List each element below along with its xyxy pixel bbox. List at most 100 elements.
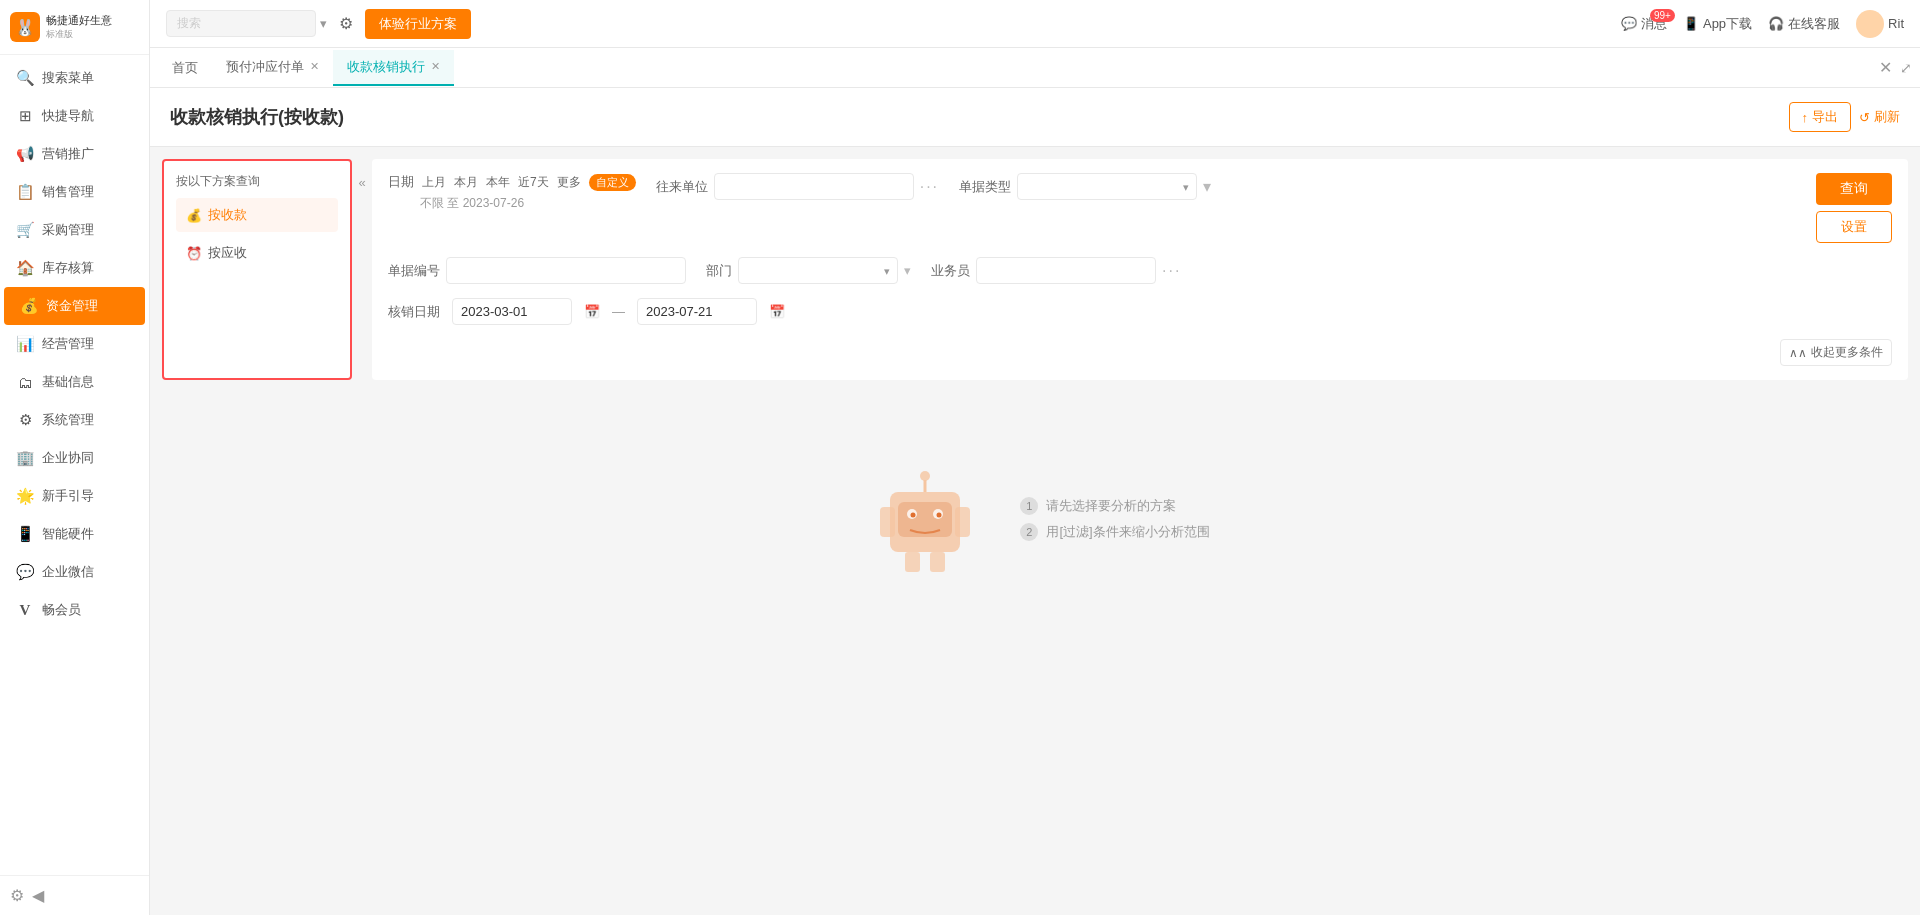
page-content: 收款核销执行(按收款) ↑ 导出 ↺ 刷新 按以下方案查询 💰 按收款 bbox=[150, 88, 1920, 915]
date-custom-badge: 自定义 bbox=[589, 174, 636, 191]
sidebar-item-vip[interactable]: V 畅会员 bbox=[0, 591, 149, 629]
tab-receipt-cancel[interactable]: 收款核销执行 ✕ bbox=[333, 50, 454, 86]
filter-scheme-panel: 按以下方案查询 💰 按收款 ⏰ 按应收 bbox=[162, 159, 352, 380]
filter-action-buttons: 查询 设置 bbox=[1816, 173, 1892, 243]
app-download-item[interactable]: 📱 App下载 bbox=[1683, 15, 1752, 33]
user-name: Rit bbox=[1888, 16, 1904, 31]
sidebar-item-basic-info[interactable]: 🗂 基础信息 bbox=[0, 363, 149, 401]
dept-dropdown-icon[interactable]: ▾ bbox=[904, 263, 911, 278]
svg-point-9 bbox=[937, 513, 942, 518]
calendar-end-icon[interactable]: 📅 bbox=[769, 304, 785, 319]
dept-label: 部门 bbox=[706, 262, 732, 280]
tab-prepay[interactable]: 预付冲应付单 ✕ bbox=[212, 50, 333, 86]
topbar-settings-icon[interactable]: ⚙ bbox=[339, 14, 353, 33]
sidebar-item-sales[interactable]: 📋 销售管理 bbox=[0, 173, 149, 211]
topbar-dropdown-icon[interactable]: ▾ bbox=[320, 16, 327, 31]
sidebar-item-label: 企业协同 bbox=[42, 449, 94, 467]
filter-option-by-receipt[interactable]: 💰 按收款 bbox=[176, 198, 338, 232]
settings-button[interactable]: 设置 bbox=[1816, 211, 1892, 243]
cancel-date-end-input[interactable] bbox=[637, 298, 757, 325]
topbar-search-area: 搜索 ▾ bbox=[166, 10, 327, 37]
doc-type-field: 单据类型 ▾ bbox=[959, 173, 1213, 200]
sidebar-settings-icon[interactable]: ⚙ bbox=[10, 886, 24, 905]
collapse-conditions-btn[interactable]: ∧∧ 收起更多条件 bbox=[1780, 339, 1892, 366]
sidebar-item-enterprise[interactable]: 🏢 企业协同 bbox=[0, 439, 149, 477]
sidebar-item-wechat[interactable]: 💬 企业微信 bbox=[0, 553, 149, 591]
wechat-icon: 💬 bbox=[16, 563, 34, 581]
sidebar-item-inventory[interactable]: 🏠 库存核算 bbox=[0, 249, 149, 287]
filter-row-3: 核销日期 📅 — 📅 bbox=[388, 298, 1892, 325]
date-cur-year[interactable]: 本年 bbox=[486, 174, 510, 191]
sidebar-item-finance[interactable]: 💰 资金管理 bbox=[4, 287, 145, 325]
dept-select[interactable] bbox=[738, 257, 898, 284]
svg-point-8 bbox=[911, 513, 916, 518]
sidebar-item-quick-nav[interactable]: ⊞ 快捷导航 bbox=[0, 97, 149, 135]
sidebar-menu: 🔍 搜索菜单 ⊞ 快捷导航 📢 营销推广 📋 销售管理 🛒 采购管理 🏠 库存核… bbox=[0, 55, 149, 875]
date-more[interactable]: 更多 bbox=[557, 174, 581, 191]
sidebar-bottom: ⚙ ◀ bbox=[0, 875, 149, 915]
svg-rect-1 bbox=[880, 507, 895, 537]
online-service-item[interactable]: 🎧 在线客服 bbox=[1768, 15, 1840, 33]
sales-icon: 📋 bbox=[16, 183, 34, 201]
sidebar-item-marketing[interactable]: 📢 营销推广 bbox=[0, 135, 149, 173]
refresh-button[interactable]: ↺ 刷新 bbox=[1859, 102, 1900, 132]
svg-rect-5 bbox=[898, 502, 952, 537]
date-range-separator: — bbox=[612, 304, 625, 319]
sidebar-item-purchase[interactable]: 🛒 采购管理 bbox=[0, 211, 149, 249]
headset-icon: 🎧 bbox=[1768, 16, 1784, 31]
staff-dots-icon[interactable]: ··· bbox=[1162, 262, 1181, 280]
marketing-icon: 📢 bbox=[16, 145, 34, 163]
cancel-date-start-input[interactable] bbox=[452, 298, 572, 325]
partner-input[interactable] bbox=[714, 173, 914, 200]
avatar bbox=[1856, 10, 1884, 38]
staff-field: 业务员 ··· bbox=[931, 257, 1181, 284]
doc-type-label: 单据类型 bbox=[959, 178, 1011, 196]
export-button[interactable]: ↑ 导出 bbox=[1789, 102, 1852, 132]
filter-toggle-btn[interactable]: « bbox=[352, 159, 372, 380]
sidebar-item-guide[interactable]: 🌟 新手引导 bbox=[0, 477, 149, 515]
tabbar-close-icon[interactable]: ✕ bbox=[1879, 58, 1892, 77]
calendar-start-icon[interactable]: 📅 bbox=[584, 304, 600, 319]
date-cur-month[interactable]: 本月 bbox=[454, 174, 478, 191]
solution-button[interactable]: 体验行业方案 bbox=[365, 9, 471, 39]
filter-row-1: 日期 上月 本月 本年 近7天 更多 自定义 不限 至 2023-07-26 往… bbox=[388, 173, 1892, 243]
basic-info-icon: 🗂 bbox=[16, 374, 34, 391]
tabbar-expand-icon[interactable]: ⤢ bbox=[1900, 60, 1912, 76]
receivable-icon: ⏰ bbox=[186, 246, 202, 261]
staff-input[interactable] bbox=[976, 257, 1156, 284]
user-avatar-item[interactable]: Rit bbox=[1856, 10, 1904, 38]
hardware-icon: 📱 bbox=[16, 525, 34, 543]
tip-num-2: 2 bbox=[1020, 523, 1038, 541]
sidebar-item-label: 智能硬件 bbox=[42, 525, 94, 543]
tab-home[interactable]: 首页 bbox=[158, 51, 212, 85]
filter-option-by-receivable[interactable]: ⏰ 按应收 bbox=[176, 236, 338, 270]
page-header: 收款核销执行(按收款) ↑ 导出 ↺ 刷新 bbox=[150, 88, 1920, 147]
sidebar-item-label: 销售管理 bbox=[42, 183, 94, 201]
enterprise-icon: 🏢 bbox=[16, 449, 34, 467]
sidebar-item-operation[interactable]: 📊 经营管理 bbox=[0, 325, 149, 363]
message-item[interactable]: 💬 消息 99+ bbox=[1621, 15, 1667, 33]
cancel-date-label: 核销日期 bbox=[388, 303, 440, 321]
doc-number-input[interactable] bbox=[446, 257, 686, 284]
tab-prepay-close[interactable]: ✕ bbox=[310, 60, 319, 73]
doc-type-select[interactable] bbox=[1017, 173, 1197, 200]
doc-number-label: 单据编号 bbox=[388, 262, 440, 280]
sidebar-item-hardware[interactable]: 📱 智能硬件 bbox=[0, 515, 149, 553]
sidebar-item-search-menu[interactable]: 🔍 搜索菜单 bbox=[0, 59, 149, 97]
topbar-search-box: 搜索 bbox=[166, 10, 316, 37]
sidebar-item-label: 经营管理 bbox=[42, 335, 94, 353]
app-badge: 标准版 bbox=[46, 28, 112, 41]
svg-point-11 bbox=[920, 471, 930, 481]
chevron-up-icon: ∧∧ bbox=[1789, 346, 1807, 360]
doc-type-dropdown-icon[interactable]: ▾ bbox=[1203, 177, 1213, 196]
sidebar-item-system[interactable]: ⚙ 系统管理 bbox=[0, 401, 149, 439]
date-7days[interactable]: 近7天 bbox=[518, 174, 549, 191]
message-badge: 99+ bbox=[1650, 9, 1675, 22]
query-button[interactable]: 查询 bbox=[1816, 173, 1892, 205]
export-icon: ↑ bbox=[1802, 110, 1809, 125]
partner-dots-icon[interactable]: ··· bbox=[920, 178, 939, 196]
date-prev-month[interactable]: 上月 bbox=[422, 174, 446, 191]
sidebar-collapse-icon[interactable]: ◀ bbox=[32, 886, 44, 905]
tab-receipt-cancel-close[interactable]: ✕ bbox=[431, 60, 440, 73]
refresh-icon: ↺ bbox=[1859, 110, 1870, 125]
